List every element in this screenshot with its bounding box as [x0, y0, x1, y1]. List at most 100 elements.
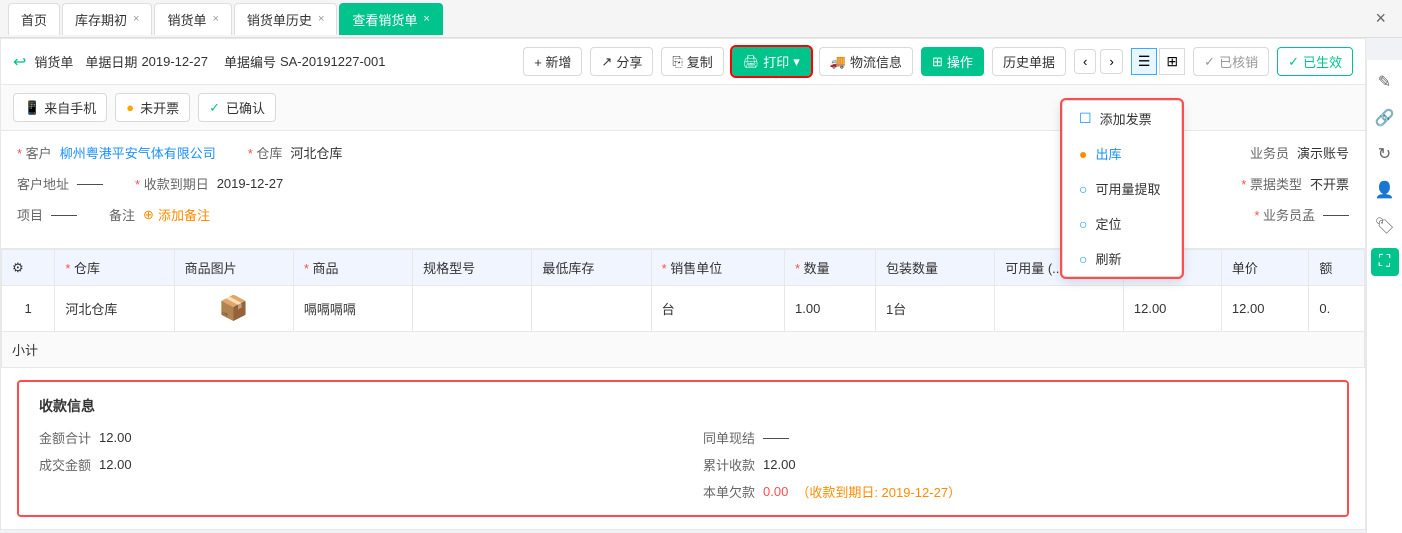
col-spec: 规格型号 [413, 250, 532, 286]
dropdown-menu: ☐ 添加发票 ● 出库 ○ 可用量提取 ○ 定位 ○ 刷新 [1062, 100, 1182, 277]
toolbar-actions: + 新增 ↗ 分享 ⎘ 复制 🖨 打印 ▾ 🚚 [523, 47, 1353, 76]
invoice-icon: ☐ [1079, 110, 1092, 127]
operations-button[interactable]: ⊞ 操作 [921, 47, 984, 76]
total-value: 12.00 [99, 430, 132, 445]
view-list-btn[interactable]: ☰ [1131, 48, 1158, 75]
customer-label: 客户 [17, 143, 52, 162]
summary-section: 收款信息 金额合计 12.00 同单现结 —— 成交金额 12.00 [17, 380, 1349, 517]
dropdown-refresh[interactable]: ○ 刷新 [1063, 241, 1181, 276]
view-toggle: ☰ ⊞ [1131, 48, 1185, 75]
sold-status-button[interactable]: ✓ 已核销 [1193, 47, 1269, 76]
owed-value: 0.00 [763, 484, 788, 499]
tab-inventory-init[interactable]: 库存期初 × [62, 3, 152, 35]
tab-home[interactable]: 首页 [8, 3, 60, 35]
tab-sales-history[interactable]: 销货单历史 × [234, 3, 337, 35]
tab-view-label: 查看销货单 [352, 10, 417, 29]
staff2-field: 业务员孟 —— [1254, 205, 1349, 224]
payment-date-value: 2019-12-27 [217, 176, 284, 191]
row-quantity: 1.00 [785, 286, 876, 332]
tab-history-close[interactable]: × [318, 13, 324, 25]
tab-history-label: 销货单历史 [247, 10, 312, 29]
dropdown-add-invoice[interactable]: ☐ 添加发票 [1063, 101, 1181, 136]
unopened-button[interactable]: 未开票 [115, 93, 190, 122]
grid-icon: ⊞ [932, 54, 943, 70]
address-field: 客户地址 —— [17, 174, 103, 193]
nav-arrows: ‹ › [1074, 49, 1123, 74]
mobile-icon: 📱 [24, 100, 40, 116]
col-sales-unit: 销售单位 [651, 250, 784, 286]
project-field: 项目 —— [17, 205, 77, 224]
doc-icon: ↩ [13, 52, 26, 72]
check-icon: ✓ [1204, 54, 1215, 70]
customer-value[interactable]: 柳州粤港平安气体有限公司 [60, 143, 216, 162]
print-button[interactable]: 🖨 打印 ▾ [732, 47, 811, 76]
tab-inventory-close[interactable]: × [133, 13, 139, 25]
row-warehouse: 河北仓库 [55, 286, 174, 332]
note-label: 备注 [109, 205, 135, 224]
dropdown-outbound[interactable]: ● 出库 [1063, 136, 1181, 171]
add-invoice-label: 添加发票 [1100, 109, 1152, 128]
available-qty-label: 可用量提取 [1095, 179, 1160, 198]
payment-date-label: 收款到期日 [135, 174, 209, 193]
history-button[interactable]: 历史单据 [992, 47, 1066, 76]
copy-button[interactable]: ⎘ 复制 [661, 47, 723, 76]
summary-same-order: 同单现结 —— [703, 428, 1327, 447]
refresh-sidebar-icon[interactable]: ↻ [1371, 140, 1399, 168]
summary-deal-amount: 成交金额 12.00 [39, 455, 663, 474]
ticket-type-label: 票据类型 [1241, 174, 1302, 193]
cumulative-value: 12.00 [763, 457, 796, 472]
user-sidebar-icon[interactable]: 👤 [1371, 176, 1399, 204]
doc-title-area: ↩ 销货单 [13, 52, 73, 72]
note-field: 备注 ⊕ 添加备注 [109, 205, 210, 224]
share-button[interactable]: ↗ 分享 [590, 47, 653, 76]
deal-amount-label: 成交金额 [39, 455, 91, 474]
address-label: 客户地址 [17, 174, 69, 193]
document-toolbar: ↩ 销货单 单据日期 2019-12-27 单据编号 SA-20191227-0… [1, 39, 1365, 85]
col-settings: ⚙ [2, 250, 55, 286]
window-close-button[interactable]: × [1367, 4, 1394, 33]
mobile-button[interactable]: 📱 来自手机 [13, 93, 107, 122]
expand-sidebar-icon[interactable]: ⛶ [1371, 248, 1399, 276]
tag-sidebar-icon[interactable]: 🏷 [1371, 212, 1399, 240]
tab-sales-close[interactable]: × [212, 13, 218, 25]
row-product: 嗝嗝嗝嗝 [293, 286, 412, 332]
row-pack-qty: 1台 [875, 286, 994, 332]
ticket-type-value: 不开票 [1310, 174, 1349, 193]
col-amount: 额 [1309, 250, 1365, 286]
available-qty-icon: ○ [1079, 181, 1087, 197]
confirm-button[interactable]: 已确认 [198, 93, 276, 122]
product-image-icon: 📦 [219, 295, 249, 322]
summary-grid: 金额合计 12.00 同单现结 —— 成交金额 12.00 累计收款 12.00 [39, 428, 1327, 501]
tab-sales-order[interactable]: 销货单 × [154, 3, 231, 35]
edit-sidebar-icon[interactable]: ✎ [1371, 68, 1399, 96]
summary-total: 金额合计 12.00 [39, 428, 663, 447]
col-quantity: 数量 [785, 250, 876, 286]
logistics-button[interactable]: 🚚 物流信息 [819, 47, 913, 76]
doc-type-label: 销货单 [34, 52, 73, 71]
tab-view-close[interactable]: × [423, 13, 429, 25]
staff2-label: 业务员孟 [1254, 205, 1315, 224]
plus-icon: ⊕ [143, 207, 154, 223]
share-icon: ↗ [601, 54, 612, 70]
link-sidebar-icon[interactable]: 🔗 [1371, 104, 1399, 132]
col-product-image: 商品图片 [174, 250, 293, 286]
dropdown-available-qty[interactable]: ○ 可用量提取 [1063, 171, 1181, 206]
dropdown-locate[interactable]: ○ 定位 [1063, 206, 1181, 241]
effect-status-button[interactable]: ✓ 已生效 [1277, 47, 1353, 76]
nav-prev[interactable]: ‹ [1074, 49, 1096, 74]
row-amount: 0. [1309, 286, 1365, 332]
new-button[interactable]: + 新增 [523, 47, 582, 76]
tab-home-label: 首页 [21, 10, 47, 29]
cumulative-label: 累计收款 [703, 455, 755, 474]
view-grid-btn[interactable]: ⊞ [1159, 48, 1185, 75]
col-unit-price: 单价 [1221, 250, 1308, 286]
outbound-icon: ● [1079, 146, 1087, 162]
subtotal-label: 小计 [2, 332, 1365, 368]
nav-next[interactable]: › [1100, 49, 1122, 74]
deal-amount-value: 12.00 [99, 457, 132, 472]
tab-view-sales[interactable]: 查看销货单 × [339, 3, 442, 35]
subtotal-row: 小计 [2, 332, 1365, 368]
add-note-button[interactable]: ⊕ 添加备注 [143, 205, 210, 224]
payment-date-field: 收款到期日 2019-12-27 [135, 174, 283, 193]
tab-bar: 首页 库存期初 × 销货单 × 销货单历史 × 查看销货单 × × [0, 0, 1402, 38]
